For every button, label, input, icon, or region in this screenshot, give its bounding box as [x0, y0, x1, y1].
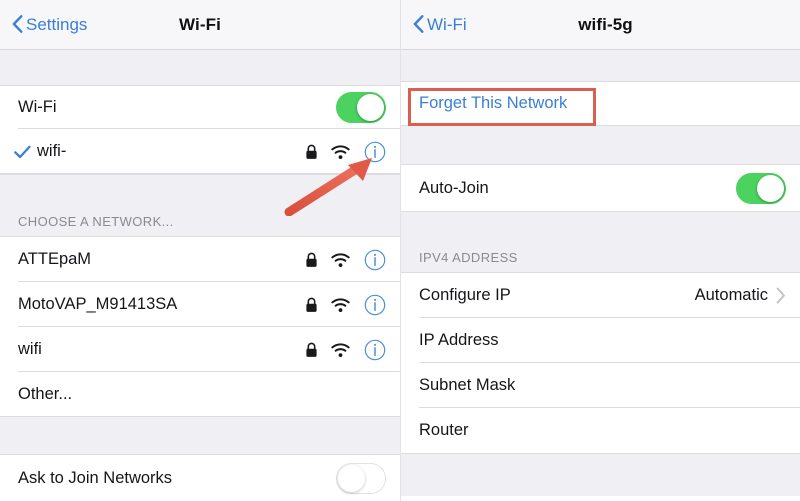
toggle-knob	[757, 174, 784, 202]
network-ssid: MotoVAP_M91413SA	[18, 295, 178, 313]
wifi-signal-icon	[331, 342, 350, 357]
screenshot-root: Settings Wi-Fi Wi-Fi wifi- CHOOSE A NETW…	[0, 0, 800, 501]
lock-icon	[306, 252, 317, 267]
checkmark-icon	[14, 145, 31, 159]
configure-ip-label: Configure IP	[419, 286, 511, 304]
right-page-title: wifi-5g	[578, 15, 633, 34]
network-ssid: wifi	[18, 340, 42, 358]
toggle-knob	[357, 94, 384, 121]
lock-icon	[306, 144, 317, 159]
router-row[interactable]: Router	[401, 408, 800, 453]
ask-to-join-networks-row[interactable]: Ask to Join Networks	[0, 455, 400, 501]
other-network-row[interactable]: Other...	[0, 372, 400, 416]
wifi-list-panel: Settings Wi-Fi Wi-Fi wifi- CHOOSE A NETW…	[0, 0, 400, 501]
wifi-signal-icon	[331, 144, 350, 159]
network-ssid: ATTEpaM	[18, 250, 92, 268]
ask-to-join-toggle[interactable]	[336, 462, 386, 494]
wifi-master-toggle[interactable]	[336, 92, 386, 123]
network-ssid: Other...	[18, 384, 73, 403]
left-bottom-gap	[0, 416, 400, 455]
left-top-gap	[0, 50, 400, 86]
auto-join-label: Auto-Join	[419, 178, 489, 197]
ask-to-join-label: Ask to Join Networks	[18, 468, 173, 487]
ipv4-address-header: IPV4 ADDRESS	[401, 211, 800, 273]
router-label: Router	[419, 421, 469, 439]
right-bottom-gap	[401, 453, 800, 496]
right-mid-gap	[401, 125, 800, 165]
subnet-mask-label: Subnet Mask	[419, 376, 516, 394]
toggle-knob	[338, 464, 365, 492]
lock-icon	[306, 297, 317, 312]
configure-ip-value: Automatic	[694, 286, 768, 304]
network-row[interactable]: MotoVAP_M91413SA	[0, 282, 400, 327]
subnet-mask-row[interactable]: Subnet Mask	[401, 363, 800, 408]
network-row[interactable]: ATTEpaM	[0, 237, 400, 282]
right-navbar: Wi-Fi wifi-5g	[401, 0, 800, 50]
info-circle-icon[interactable]	[364, 294, 386, 316]
chevron-right-icon	[776, 287, 785, 304]
ip-address-row[interactable]: IP Address	[401, 318, 800, 363]
forget-this-network-row[interactable]: Forget This Network	[401, 82, 800, 125]
info-circle-icon[interactable]	[364, 339, 386, 361]
row-separator	[0, 173, 400, 174]
network-detail-panel: Wi-Fi wifi-5g Forget This Network Auto-J…	[400, 0, 800, 501]
wifi-master-toggle-row[interactable]: Wi-Fi	[0, 86, 400, 129]
wifi-signal-icon	[331, 297, 350, 312]
info-circle-icon[interactable]	[364, 141, 386, 163]
info-circle-icon[interactable]	[364, 249, 386, 271]
wifi-signal-icon	[331, 252, 350, 267]
ip-address-label: IP Address	[419, 331, 499, 349]
left-navbar: Settings Wi-Fi	[0, 0, 400, 50]
choose-a-network-header: CHOOSE A NETWORK...	[0, 174, 400, 237]
auto-join-row[interactable]: Auto-Join	[401, 165, 800, 211]
connected-network-row[interactable]: wifi-	[0, 129, 400, 174]
wifi-master-label: Wi-Fi	[18, 98, 57, 116]
left-page-title: Wi-Fi	[179, 15, 221, 34]
forget-this-network-label: Forget This Network	[419, 94, 568, 112]
right-top-gap	[401, 50, 800, 82]
auto-join-toggle[interactable]	[736, 172, 786, 204]
network-row[interactable]: wifi	[0, 327, 400, 372]
lock-icon	[306, 342, 317, 357]
configure-ip-row[interactable]: Configure IP Automatic	[401, 273, 800, 318]
connected-network-ssid: wifi-	[37, 142, 67, 160]
